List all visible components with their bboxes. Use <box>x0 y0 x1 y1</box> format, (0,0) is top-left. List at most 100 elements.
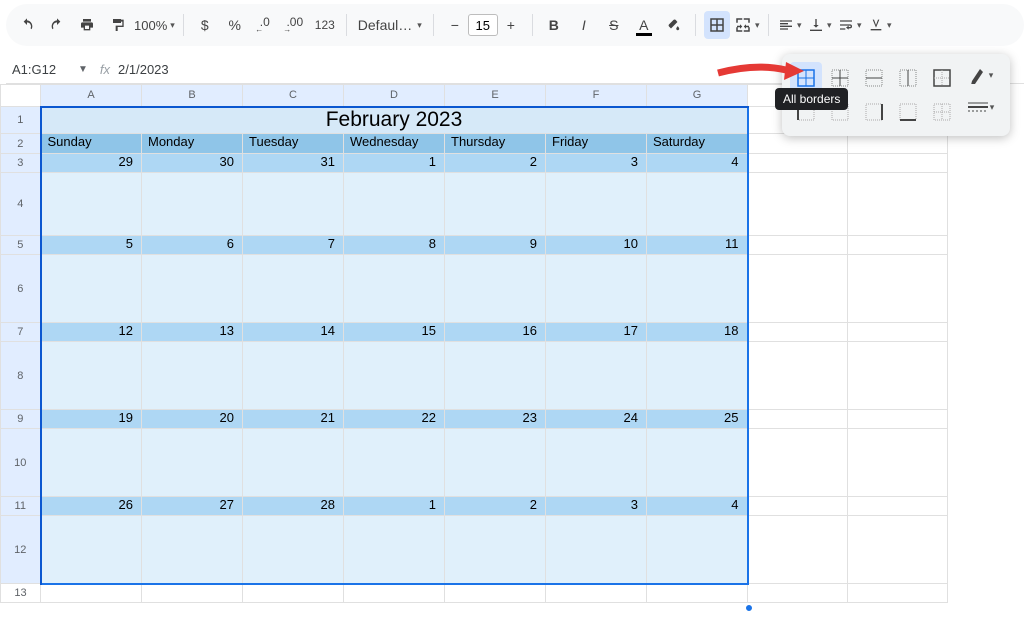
redo-button[interactable] <box>44 11 70 39</box>
row-header[interactable]: 3 <box>1 154 41 173</box>
formula-input[interactable]: 2/1/2023 <box>118 62 169 77</box>
merge-cells-button[interactable] <box>734 11 760 39</box>
increase-decimal-button[interactable]: .00→ <box>282 11 308 39</box>
date-cell[interactable]: 6 <box>142 236 243 255</box>
date-cell[interactable]: 10 <box>546 236 647 255</box>
date-cell[interactable]: 22 <box>344 410 445 429</box>
date-cell[interactable]: 2 <box>445 497 546 516</box>
date-cell[interactable]: 7 <box>243 236 344 255</box>
weekday-cell[interactable]: Tuesday <box>243 134 344 154</box>
row-header[interactable]: 8 <box>1 342 41 410</box>
row-header[interactable]: 5 <box>1 236 41 255</box>
column-header[interactable]: F <box>546 85 647 107</box>
row-header[interactable]: 1 <box>1 107 41 134</box>
cell[interactable] <box>41 342 142 410</box>
cell[interactable] <box>344 173 445 236</box>
zoom-select[interactable]: 100% <box>134 11 175 39</box>
cell[interactable] <box>142 516 243 584</box>
date-cell[interactable]: 18 <box>647 323 748 342</box>
cell[interactable] <box>41 173 142 236</box>
date-cell[interactable]: 15 <box>344 323 445 342</box>
bold-button[interactable]: B <box>541 11 567 39</box>
cell[interactable] <box>243 255 344 323</box>
more-formats-button[interactable]: 123 <box>312 11 338 39</box>
cell[interactable] <box>445 429 546 497</box>
cell[interactable] <box>344 429 445 497</box>
date-cell[interactable]: 30 <box>142 154 243 173</box>
row-header[interactable]: 10 <box>1 429 41 497</box>
vertical-align-button[interactable] <box>807 11 833 39</box>
cell[interactable] <box>344 516 445 584</box>
border-vertical[interactable] <box>892 62 924 94</box>
column-header[interactable]: E <box>445 85 546 107</box>
cell[interactable] <box>445 342 546 410</box>
cell[interactable] <box>41 429 142 497</box>
border-horizontal[interactable] <box>858 62 890 94</box>
cell[interactable] <box>647 429 748 497</box>
weekday-cell[interactable]: Thursday <box>445 134 546 154</box>
cell[interactable] <box>41 255 142 323</box>
cell[interactable] <box>41 516 142 584</box>
weekday-cell[interactable]: Friday <box>546 134 647 154</box>
paint-format-button[interactable] <box>104 11 130 39</box>
font-size-input[interactable] <box>468 14 498 36</box>
borders-button[interactable] <box>704 11 730 39</box>
row-header[interactable]: 11 <box>1 497 41 516</box>
row-header[interactable]: 6 <box>1 255 41 323</box>
cell[interactable] <box>142 173 243 236</box>
date-cell[interactable]: 23 <box>445 410 546 429</box>
date-cell[interactable]: 19 <box>41 410 142 429</box>
date-cell[interactable]: 5 <box>41 236 142 255</box>
cell[interactable] <box>142 429 243 497</box>
row-header[interactable]: 9 <box>1 410 41 429</box>
row-header[interactable]: 4 <box>1 173 41 236</box>
weekday-cell[interactable]: Sunday <box>41 134 142 154</box>
date-cell[interactable]: 12 <box>41 323 142 342</box>
select-all-corner[interactable] <box>1 85 41 107</box>
cell[interactable] <box>647 342 748 410</box>
date-cell[interactable]: 27 <box>142 497 243 516</box>
text-color-button[interactable]: A <box>631 11 657 39</box>
cell[interactable] <box>546 173 647 236</box>
font-family-select[interactable]: Defaul… <box>355 11 425 39</box>
italic-button[interactable]: I <box>571 11 597 39</box>
cell[interactable] <box>243 516 344 584</box>
cell[interactable] <box>243 173 344 236</box>
row-header[interactable]: 13 <box>1 584 41 603</box>
cell[interactable] <box>142 255 243 323</box>
date-cell[interactable]: 20 <box>142 410 243 429</box>
column-header[interactable]: D <box>344 85 445 107</box>
name-box-dropdown[interactable]: ▼ <box>78 64 88 75</box>
calendar-title[interactable]: February 2023 <box>41 107 748 134</box>
date-cell[interactable]: 9 <box>445 236 546 255</box>
column-header[interactable]: B <box>142 85 243 107</box>
date-cell[interactable]: 29 <box>41 154 142 173</box>
cell[interactable] <box>546 342 647 410</box>
date-cell[interactable]: 13 <box>142 323 243 342</box>
cell[interactable] <box>344 342 445 410</box>
cell[interactable] <box>546 516 647 584</box>
cell[interactable] <box>647 255 748 323</box>
date-cell[interactable]: 1 <box>344 497 445 516</box>
font-size-decrease[interactable]: − <box>442 11 468 39</box>
cell[interactable] <box>445 173 546 236</box>
weekday-cell[interactable]: Monday <box>142 134 243 154</box>
date-cell[interactable]: 31 <box>243 154 344 173</box>
border-right[interactable] <box>858 96 890 128</box>
border-color-button[interactable]: ▾ <box>966 62 996 88</box>
horizontal-align-button[interactable] <box>777 11 803 39</box>
undo-button[interactable] <box>14 11 40 39</box>
border-outer[interactable] <box>926 62 958 94</box>
date-cell[interactable]: 3 <box>546 154 647 173</box>
date-cell[interactable]: 14 <box>243 323 344 342</box>
date-cell[interactable]: 1 <box>344 154 445 173</box>
weekday-cell[interactable]: Wednesday <box>344 134 445 154</box>
name-box[interactable]: A1:G12 <box>6 62 78 77</box>
text-rotation-button[interactable] <box>867 11 893 39</box>
date-cell[interactable]: 3 <box>546 497 647 516</box>
date-cell[interactable]: 11 <box>647 236 748 255</box>
text-wrap-button[interactable] <box>837 11 863 39</box>
date-cell[interactable]: 4 <box>647 154 748 173</box>
border-bottom[interactable] <box>892 96 924 128</box>
cell[interactable] <box>243 429 344 497</box>
